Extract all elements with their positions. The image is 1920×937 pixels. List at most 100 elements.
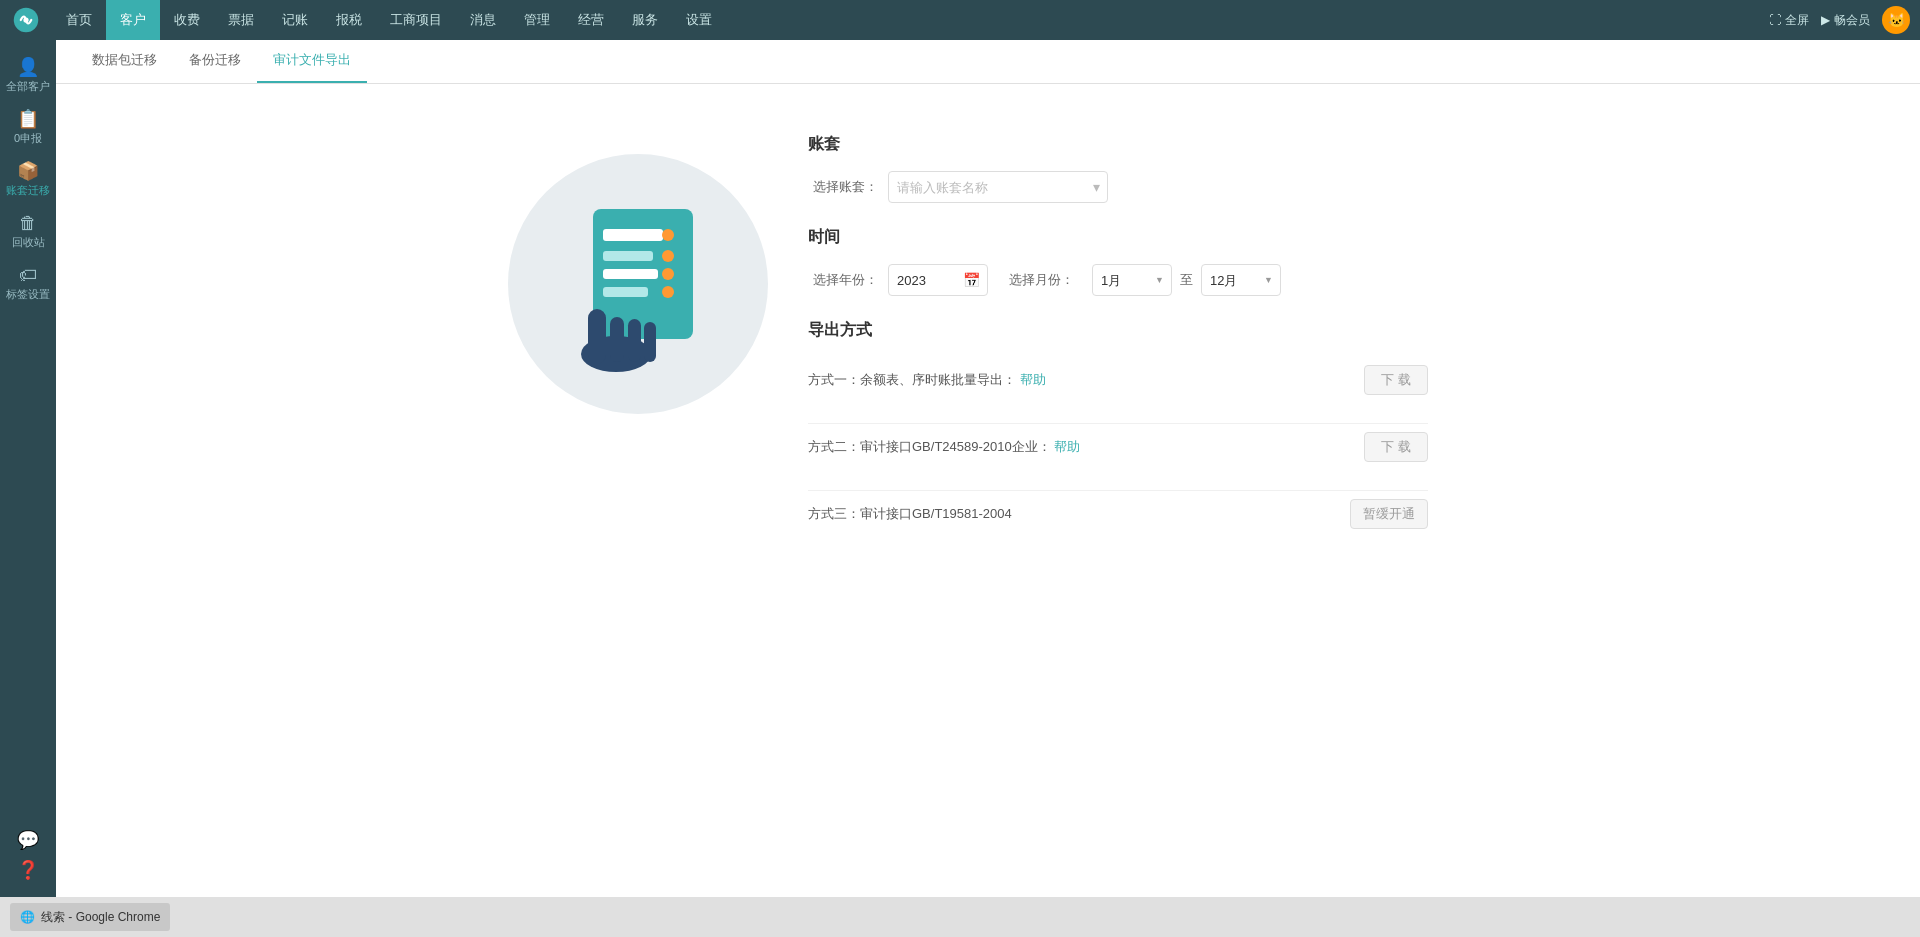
- svg-point-9: [662, 268, 674, 280]
- recycle-icon: 🗑: [19, 214, 37, 232]
- zero-declare-icon: 📋: [17, 110, 39, 128]
- svg-rect-4: [603, 251, 653, 261]
- export-method-2: 方式二：审计接口GB/T24589-2010企业： 帮助 下 载: [808, 424, 1428, 470]
- vip-icon: ▶: [1821, 13, 1830, 27]
- nav-fee[interactable]: 收费: [160, 0, 214, 40]
- content-area: 数据包迁移 备份迁移 审计文件导出: [56, 40, 1920, 897]
- svg-point-10: [662, 286, 674, 298]
- logo[interactable]: [10, 4, 42, 36]
- help-icon[interactable]: ❓: [17, 859, 39, 881]
- svg-rect-15: [644, 322, 656, 362]
- svg-rect-5: [603, 269, 658, 279]
- nav-tax[interactable]: 报税: [322, 0, 376, 40]
- tab-backup-migration[interactable]: 备份迁移: [173, 40, 257, 83]
- nav-menu: 首页 客户 收费 票据 记账 报税 工商项目 消息 管理 经营 服务 设置: [52, 0, 1769, 40]
- nav-home[interactable]: 首页: [52, 0, 106, 40]
- tag-settings-icon: 🏷: [19, 266, 37, 284]
- calendar-icon: 📅: [963, 272, 980, 288]
- sidebar-item-account-migrate[interactable]: 📦 账套迁移: [0, 154, 56, 206]
- account-form-row: 选择账套： ▾: [808, 171, 1428, 203]
- nav-service[interactable]: 服务: [618, 0, 672, 40]
- all-clients-label: 全部客户: [6, 79, 50, 94]
- export-method-2-text: 方式二：审计接口GB/T24589-2010企业： 帮助: [808, 438, 1364, 456]
- fullscreen-icon: ⛶: [1769, 13, 1781, 27]
- time-section: 时间 选择年份： 📅 选择月份： 1月2月3月: [808, 227, 1428, 296]
- main-layout: 👤 全部客户 📋 0申报 📦 账套迁移 🗑 回收站 🏷 标签设置 💬 ❓ 数据包…: [0, 40, 1920, 897]
- export-method-1-label: 方式一：余额表、序时账批量导出：: [808, 372, 1016, 387]
- export-section: 导出方式 方式一：余额表、序时账批量导出： 帮助 下 载 方式二：审计接口GB/…: [808, 320, 1428, 537]
- nav-settings[interactable]: 设置: [672, 0, 726, 40]
- nav-right-actions: ⛶ 全屏 ▶ 畅会员 🐱: [1769, 6, 1910, 34]
- vip-button[interactable]: ▶ 畅会员: [1821, 12, 1870, 29]
- export-section-title: 导出方式: [808, 320, 1428, 341]
- nav-client[interactable]: 客户: [106, 0, 160, 40]
- chrome-icon: 🌐: [20, 910, 35, 924]
- time-separator: 至: [1180, 271, 1193, 289]
- export-method-2-btn[interactable]: 下 载: [1364, 432, 1428, 462]
- sidebar-item-tag-settings[interactable]: 🏷 标签设置: [0, 258, 56, 310]
- svg-rect-14: [628, 319, 641, 362]
- form-area: 账套 选择账套： ▾ 时间 选择年份：: [768, 114, 1468, 581]
- svg-point-8: [662, 250, 674, 262]
- fullscreen-button[interactable]: ⛶ 全屏: [1769, 12, 1809, 29]
- chat-icon[interactable]: 💬: [17, 829, 39, 851]
- recycle-label: 回收站: [12, 235, 45, 250]
- fullscreen-label: 全屏: [1785, 12, 1809, 29]
- nav-manage[interactable]: 管理: [510, 0, 564, 40]
- account-select-wrap: ▾: [888, 171, 1108, 203]
- time-section-title: 时间: [808, 227, 1428, 248]
- month-end-select[interactable]: 1月2月3月 4月5月6月 7月8月9月 10月11月12月: [1201, 264, 1281, 296]
- dropdown-icon: ▾: [1093, 179, 1100, 195]
- year-label: 选择年份：: [808, 271, 878, 289]
- illustration-wrap: [508, 154, 768, 414]
- left-sidebar: 👤 全部客户 📋 0申报 📦 账套迁移 🗑 回收站 🏷 标签设置 💬 ❓: [0, 40, 56, 897]
- month-label: 选择月份：: [1004, 271, 1074, 289]
- sidebar-item-recycle[interactable]: 🗑 回收站: [0, 206, 56, 258]
- top-navigation: 首页 客户 收费 票据 记账 报税 工商项目 消息 管理 经营 服务 设置 ⛶ …: [0, 0, 1920, 40]
- export-method-3-text: 方式三：审计接口GB/T19581-2004: [808, 505, 1350, 523]
- svg-rect-3: [603, 229, 663, 241]
- nav-bookkeep[interactable]: 记账: [268, 0, 322, 40]
- sidebar-item-all-clients[interactable]: 👤 全部客户: [0, 50, 56, 102]
- svg-rect-6: [603, 287, 648, 297]
- month-end-select-wrap: 1月2月3月 4月5月6月 7月8月9月 10月11月12月: [1201, 264, 1281, 296]
- account-section-title: 账套: [808, 134, 1428, 155]
- export-method-2-help[interactable]: 帮助: [1054, 439, 1080, 454]
- taskbar: 🌐 线索 - Google Chrome: [0, 897, 1920, 937]
- export-method-1-help[interactable]: 帮助: [1020, 372, 1046, 387]
- vip-label: 畅会员: [1834, 12, 1870, 29]
- account-migrate-icon: 📦: [17, 162, 39, 180]
- month-start-select-wrap: 1月2月3月 4月5月6月 7月8月9月 10月11月12月: [1092, 264, 1172, 296]
- svg-point-1: [23, 17, 28, 22]
- account-input[interactable]: [888, 171, 1108, 203]
- tab-audit-export[interactable]: 审计文件导出: [257, 40, 367, 83]
- month-start-select[interactable]: 1月2月3月 4月5月6月 7月8月9月 10月11月12月: [1092, 264, 1172, 296]
- sidebar-item-zero-declare[interactable]: 📋 0申报: [0, 102, 56, 154]
- export-method-2-label: 方式二：审计接口GB/T24589-2010企业：: [808, 439, 1051, 454]
- nav-message[interactable]: 消息: [456, 0, 510, 40]
- tabs-bar: 数据包迁移 备份迁移 审计文件导出: [56, 40, 1920, 84]
- tab-data-migration[interactable]: 数据包迁移: [76, 40, 173, 83]
- export-method-1-btn[interactable]: 下 载: [1364, 365, 1428, 395]
- avatar[interactable]: 🐱: [1882, 6, 1910, 34]
- taskbar-chrome-label: 线索 - Google Chrome: [41, 909, 160, 926]
- nav-business[interactable]: 工商项目: [376, 0, 456, 40]
- svg-rect-13: [610, 317, 624, 362]
- time-form-row: 选择年份： 📅 选择月份： 1月2月3月 4月5月6月: [808, 264, 1428, 296]
- sidebar-bottom: 💬 ❓: [17, 829, 39, 897]
- page-content: 账套 选择账套： ▾ 时间 选择年份：: [56, 84, 1920, 897]
- illustration-circle: [508, 154, 768, 414]
- taskbar-chrome[interactable]: 🌐 线索 - Google Chrome: [10, 903, 170, 931]
- zero-declare-label: 0申报: [14, 131, 42, 146]
- export-method-1: 方式一：余额表、序时账批量导出： 帮助 下 载: [808, 357, 1428, 403]
- all-clients-icon: 👤: [17, 58, 39, 76]
- nav-operate[interactable]: 经营: [564, 0, 618, 40]
- svg-rect-12: [588, 309, 606, 364]
- nav-invoice[interactable]: 票据: [214, 0, 268, 40]
- export-method-3-btn[interactable]: 暂缓开通: [1350, 499, 1428, 529]
- export-method-3: 方式三：审计接口GB/T19581-2004 暂缓开通: [808, 491, 1428, 537]
- svg-point-7: [662, 229, 674, 241]
- account-section: 账套 选择账套： ▾: [808, 134, 1428, 203]
- year-input-wrap: 📅: [888, 264, 988, 296]
- tag-settings-label: 标签设置: [6, 287, 50, 302]
